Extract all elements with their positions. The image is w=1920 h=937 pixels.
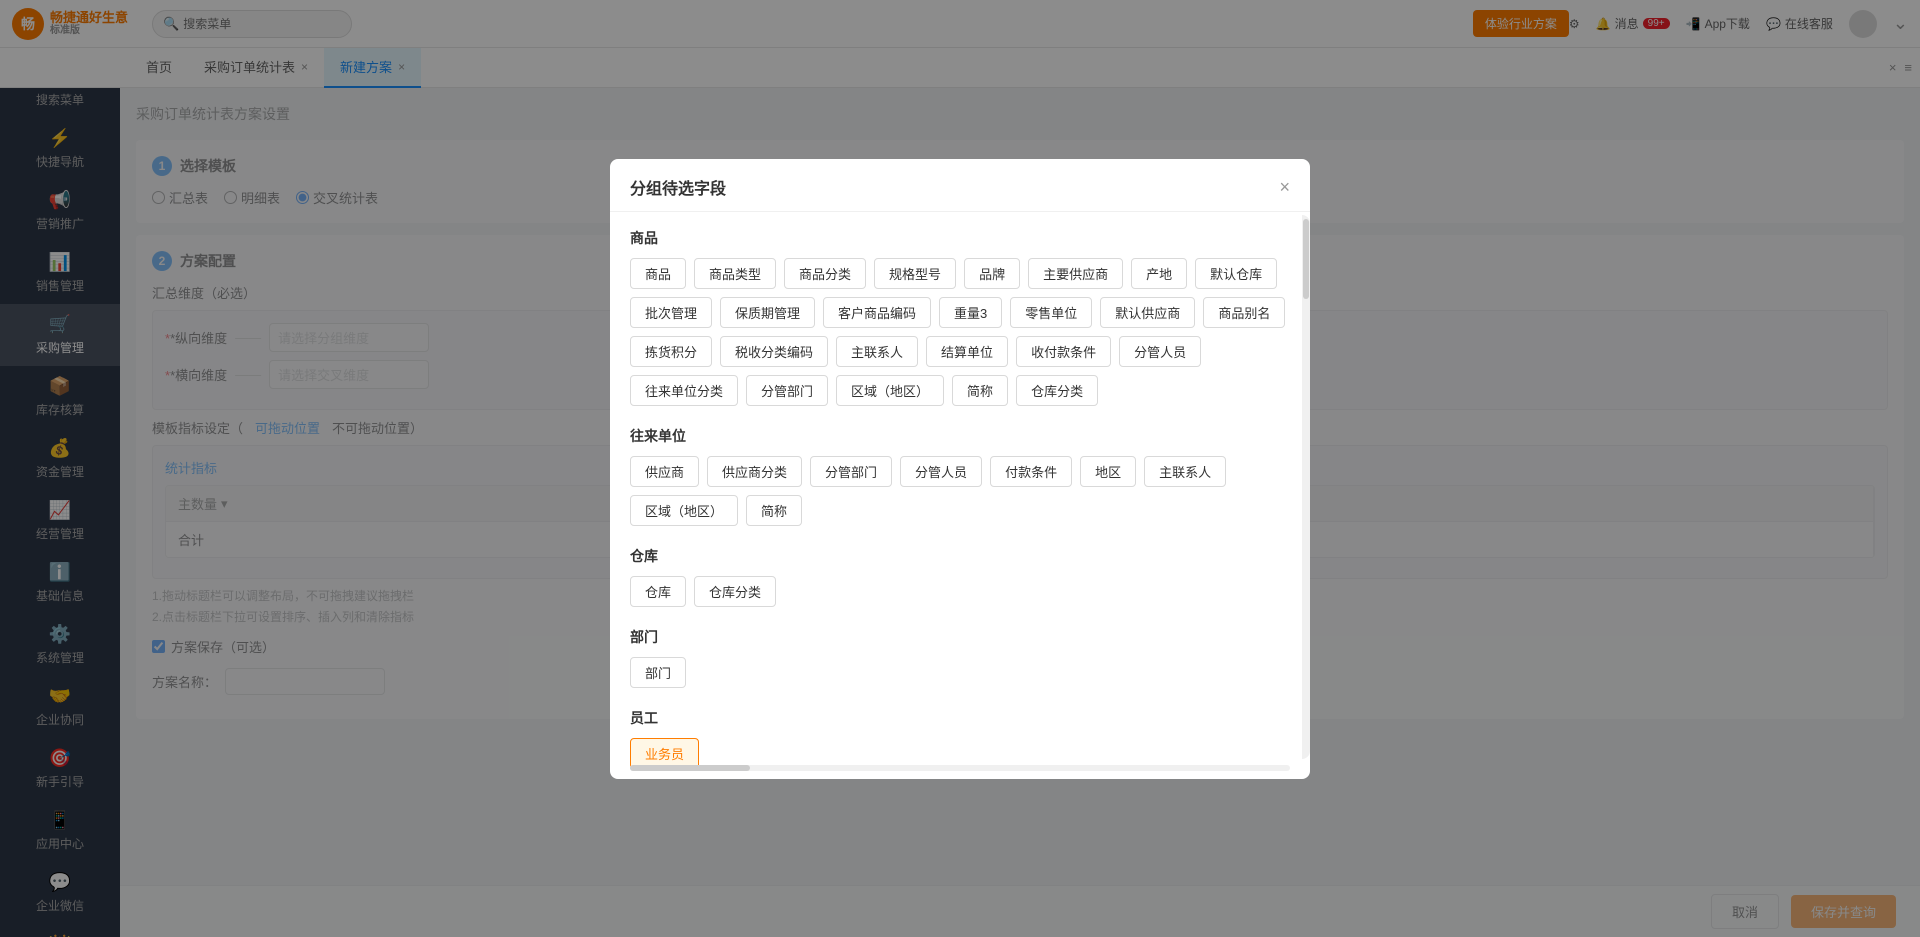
modal-section-title-4: 员工: [630, 708, 1290, 728]
field-tag-1-5[interactable]: 地区: [1080, 456, 1136, 487]
modal-section-title-1: 往来单位: [630, 426, 1290, 446]
field-tag-0-20[interactable]: 分管人员: [1119, 336, 1201, 367]
field-tag-0-5[interactable]: 主要供应商: [1028, 258, 1123, 289]
modal-section-title-0: 商品: [630, 228, 1290, 248]
field-tag-0-14[interactable]: 商品别名: [1203, 297, 1285, 328]
modal-hscrollbar-track: [630, 765, 1290, 771]
field-tag-0-10[interactable]: 客户商品编码: [823, 297, 931, 328]
modal-dialog: 分组待选字段 × 商品商品商品类型商品分类规格型号品牌主要供应商产地默认仓库批次…: [610, 159, 1310, 779]
modal-close-button[interactable]: ×: [1279, 178, 1290, 196]
field-tags-2: 仓库仓库分类: [630, 576, 1290, 607]
field-tag-1-7[interactable]: 区域（地区）: [630, 495, 738, 526]
field-tags-3: 部门: [630, 657, 1290, 688]
field-tag-0-17[interactable]: 主联系人: [836, 336, 918, 367]
field-tag-2-0[interactable]: 仓库: [630, 576, 686, 607]
modal-scrollbar-thumb[interactable]: [1303, 219, 1309, 299]
field-tag-0-7[interactable]: 默认仓库: [1195, 258, 1277, 289]
modal-body[interactable]: 商品商品商品类型商品分类规格型号品牌主要供应商产地默认仓库批次管理保质期管理客户…: [610, 212, 1310, 779]
field-tag-1-4[interactable]: 付款条件: [990, 456, 1072, 487]
field-tag-0-0[interactable]: 商品: [630, 258, 686, 289]
modal-scrollbar-track: [1302, 215, 1310, 759]
field-tag-0-9[interactable]: 保质期管理: [720, 297, 815, 328]
modal-section-title-2: 仓库: [630, 546, 1290, 566]
field-tag-3-0[interactable]: 部门: [630, 657, 686, 688]
field-tag-1-1[interactable]: 供应商分类: [707, 456, 802, 487]
modal-section-1: 往来单位供应商供应商分类分管部门分管人员付款条件地区主联系人区域（地区） 简称: [630, 426, 1290, 526]
modal-header: 分组待选字段 ×: [610, 159, 1310, 212]
field-tag-0-2[interactable]: 商品分类: [784, 258, 866, 289]
field-tag-0-13[interactable]: 默认供应商: [1100, 297, 1195, 328]
modal-section-2: 仓库仓库仓库分类: [630, 546, 1290, 607]
field-tag-0-22[interactable]: 分管部门: [746, 375, 828, 406]
modal-hscrollbar-thumb[interactable]: [630, 765, 750, 771]
field-tags-4: 业务员: [630, 738, 1290, 769]
field-tag-0-15[interactable]: 拣货积分: [630, 336, 712, 367]
modal-section-0: 商品商品商品类型商品分类规格型号品牌主要供应商产地默认仓库批次管理保质期管理客户…: [630, 228, 1290, 406]
field-tag-1-6[interactable]: 主联系人: [1144, 456, 1226, 487]
field-tag-0-3[interactable]: 规格型号: [874, 258, 956, 289]
field-tag-1-3[interactable]: 分管人员: [900, 456, 982, 487]
modal-title: 分组待选字段: [630, 175, 726, 199]
field-tag-4-0[interactable]: 业务员: [630, 738, 699, 769]
field-tag-0-25[interactable]: 仓库分类: [1016, 375, 1098, 406]
field-tag-0-24[interactable]: 简称: [952, 375, 1008, 406]
field-tag-0-1[interactable]: 商品类型: [694, 258, 776, 289]
field-tag-0-16[interactable]: 税收分类编码: [720, 336, 828, 367]
field-tag-0-6[interactable]: 产地: [1131, 258, 1187, 289]
field-tag-1-8[interactable]: 简称: [746, 495, 802, 526]
modal-section-4: 员工业务员: [630, 708, 1290, 769]
modal-section-3: 部门部门: [630, 627, 1290, 688]
field-tag-0-12[interactable]: 零售单位: [1010, 297, 1092, 328]
field-tag-0-18[interactable]: 结算单位: [926, 336, 1008, 367]
field-tags-0: 商品商品类型商品分类规格型号品牌主要供应商产地默认仓库批次管理保质期管理客户商品…: [630, 258, 1290, 406]
field-tag-0-4[interactable]: 品牌: [964, 258, 1020, 289]
field-tag-1-2[interactable]: 分管部门: [810, 456, 892, 487]
modal-overlay: 分组待选字段 × 商品商品商品类型商品分类规格型号品牌主要供应商产地默认仓库批次…: [0, 0, 1920, 937]
field-tag-2-1[interactable]: 仓库分类: [694, 576, 776, 607]
field-tag-1-0[interactable]: 供应商: [630, 456, 699, 487]
field-tag-0-23[interactable]: 区域（地区）: [836, 375, 944, 406]
field-tags-1: 供应商供应商分类分管部门分管人员付款条件地区主联系人区域（地区） 简称: [630, 456, 1290, 526]
modal-section-title-3: 部门: [630, 627, 1290, 647]
field-tag-0-8[interactable]: 批次管理: [630, 297, 712, 328]
field-tag-0-19[interactable]: 收付款条件: [1016, 336, 1111, 367]
field-tag-0-21[interactable]: 往来单位分类: [630, 375, 738, 406]
field-tag-0-11[interactable]: 重量3: [939, 297, 1002, 328]
